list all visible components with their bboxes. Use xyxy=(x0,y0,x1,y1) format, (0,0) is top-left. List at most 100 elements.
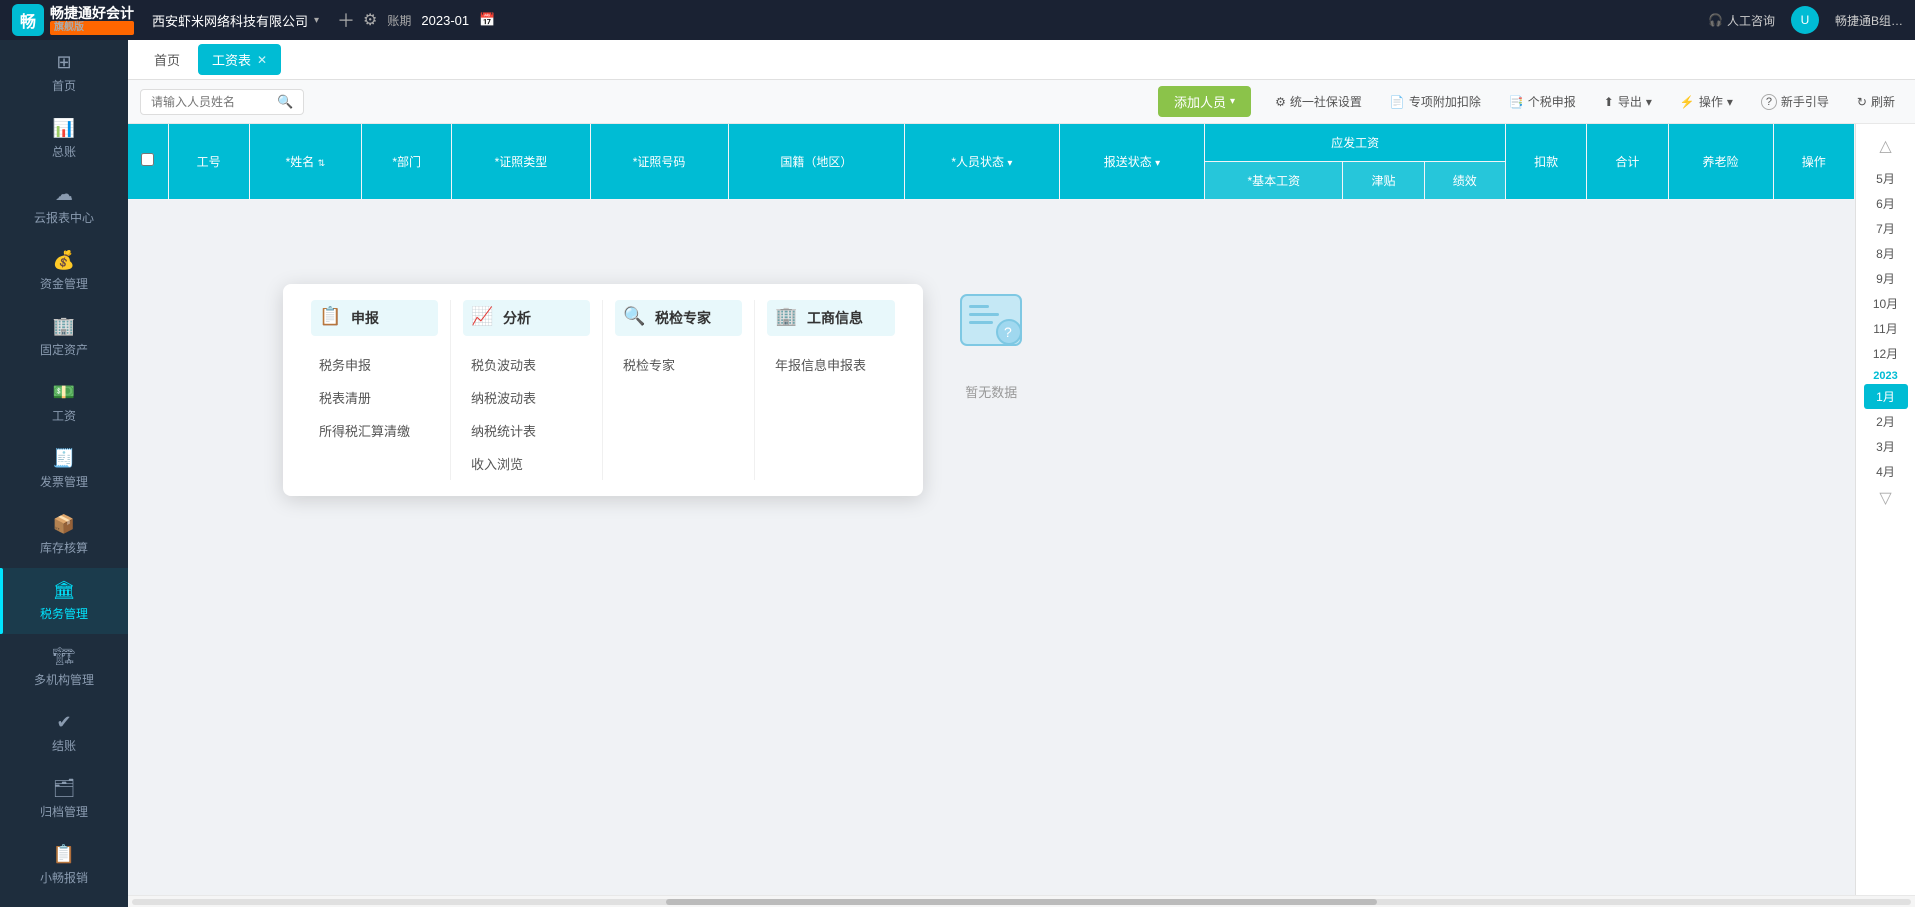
company-name: 西安虾米网络科技有限公司 xyxy=(152,11,308,30)
bottom-scrollbar[interactable] xyxy=(128,895,1915,907)
search-wrap[interactable]: 🔍 xyxy=(140,89,304,115)
year-2023-label: 2023 xyxy=(1873,370,1897,382)
sidebar-item-salary[interactable]: 💵 工资 xyxy=(0,370,128,436)
month-10[interactable]: 10月 xyxy=(1864,291,1908,316)
main-layout: ⊞ 首页 📊 总账 ☁ 云报表中心 💰 资金管理 🏢 固定资产 💵 工资 🧾 发… xyxy=(0,40,1915,907)
sidebar-item-archive[interactable]: 🗂 归档管理 xyxy=(0,766,128,832)
scroll-track xyxy=(132,899,1911,905)
month-3[interactable]: 3月 xyxy=(1864,434,1908,459)
month-6[interactable]: 6月 xyxy=(1864,191,1908,216)
search-icon: 🔍 xyxy=(277,94,293,110)
sidebar-item-invoice[interactable]: 🧾 发票管理 xyxy=(0,436,128,502)
expert-section-title: 🔍 税检专家 xyxy=(615,300,742,336)
analysis-title: 分析 xyxy=(503,308,531,328)
month-8[interactable]: 8月 xyxy=(1864,241,1908,266)
sidebar-item-report[interactable]: 📋 小畅报销 xyxy=(0,832,128,898)
th-checkbox[interactable] xyxy=(128,124,168,199)
new-guide-action[interactable]: ? 新手引导 xyxy=(1753,89,1837,114)
month-1-active[interactable]: 1月 xyxy=(1864,384,1908,409)
tax-report-action[interactable]: 📑 个税申报 xyxy=(1501,89,1584,114)
income-tax-calc-item[interactable]: 所得税汇算清缴 xyxy=(311,414,438,447)
add-person-button[interactable]: 添加人员 ▾ xyxy=(1158,86,1251,117)
home-icon: ⊞ xyxy=(56,52,71,73)
tax-report-label: 个税申报 xyxy=(1528,93,1576,110)
company-selector[interactable]: 西安虾米网络科技有限公司 ▾ xyxy=(144,7,327,34)
search-input[interactable] xyxy=(151,95,271,109)
sidebar-item-inventory[interactable]: 📦 库存核算 xyxy=(0,502,128,568)
month-5[interactable]: 5月 xyxy=(1864,166,1908,191)
sidebar-item-tax[interactable]: 🏛 税务管理 xyxy=(0,568,128,634)
scroll-down-icon[interactable]: ▽ xyxy=(1879,488,1891,508)
ledger-icon: 📊 xyxy=(53,118,75,139)
support-button[interactable]: 🎧 人工咨询 xyxy=(1708,12,1775,29)
month-12[interactable]: 12月 xyxy=(1864,341,1908,366)
capital-icon: 💰 xyxy=(53,250,75,271)
th-cert-no: *证照号码 xyxy=(590,124,728,199)
toolbar-actions: ⚙ 统一社保设置 📄 专项附加扣除 📑 个税申报 ⬆ 导出 ▾ ⚡ xyxy=(1267,89,1903,114)
add-icon[interactable]: ＋ xyxy=(337,7,355,33)
select-all-checkbox[interactable] xyxy=(141,153,154,166)
user-name[interactable]: 畅捷通B组… xyxy=(1835,12,1903,29)
th-report-status: 报送状态 ▾ xyxy=(1059,124,1204,199)
scroll-up-icon[interactable]: △ xyxy=(1879,136,1891,156)
operate-action[interactable]: ⚡ 操作 ▾ xyxy=(1672,89,1741,114)
tab-salary-label: 工资表 xyxy=(212,50,251,69)
business-title: 工商信息 xyxy=(807,308,863,328)
sort-icon: ⇅ xyxy=(318,158,326,168)
tax-check-item[interactable]: 税检专家 xyxy=(615,348,742,381)
tab-salary-table[interactable]: 工资表 ✕ xyxy=(198,44,281,75)
archive-icon: 🗂 xyxy=(53,778,76,799)
table-wrapper[interactable]: 工号 *姓名 ⇅ *部门 *证照类型 xyxy=(128,124,1855,895)
tax-payment-item[interactable]: 纳税波动表 xyxy=(463,381,590,414)
expert-title: 税检专家 xyxy=(655,308,711,328)
month-4[interactable]: 4月 xyxy=(1864,459,1908,484)
operate-label: 操作 xyxy=(1699,93,1723,110)
month-11[interactable]: 11月 xyxy=(1864,316,1908,341)
dropdown-section-declare: 📋 申报 税务申报 税表清册 所得税汇算清缴 xyxy=(299,300,451,480)
scroll-thumb xyxy=(666,899,1378,905)
month-7[interactable]: 7月 xyxy=(1864,216,1908,241)
sidebar-item-capital[interactable]: 💰 资金管理 xyxy=(0,238,128,304)
chevron-down-icon: ▾ xyxy=(1230,96,1235,107)
tax-declare-item[interactable]: 税务申报 xyxy=(311,348,438,381)
settle-icon: ✔ xyxy=(56,712,71,733)
table-right-wrap: 工号 *姓名 ⇅ *部门 *证照类型 xyxy=(128,124,1915,895)
dropdown-section-expert: 🔍 税检专家 税检专家 xyxy=(603,300,755,480)
tab-home[interactable]: 首页 xyxy=(140,44,194,75)
tax-burden-item[interactable]: 税负波动表 xyxy=(463,348,590,381)
export-label: 导出 xyxy=(1618,93,1642,110)
sidebar-item-settle[interactable]: ✔ 结账 xyxy=(0,700,128,766)
social-insurance-action[interactable]: ⚙ 统一社保设置 xyxy=(1267,89,1370,114)
export-icon: ⬆ xyxy=(1604,95,1614,109)
settings-icon: ⚙ xyxy=(1275,95,1286,109)
th-name: *姓名 ⇅ xyxy=(249,124,361,199)
social-insurance-label: 统一社保设置 xyxy=(1290,93,1362,110)
tax-stats-item[interactable]: 纳税统计表 xyxy=(463,414,590,447)
tax-table-clear-item[interactable]: 税表清册 xyxy=(311,381,438,414)
sidebar-item-home[interactable]: ⊞ 首页 xyxy=(0,40,128,106)
sidebar: ⊞ 首页 📊 总账 ☁ 云报表中心 💰 资金管理 🏢 固定资产 💵 工资 🧾 发… xyxy=(0,40,128,907)
sidebar-item-multi[interactable]: 🏗 多机构管理 xyxy=(0,634,128,700)
filter-icon[interactable]: ▾ xyxy=(1155,158,1160,169)
calendar-icon[interactable]: 📅 xyxy=(479,12,495,28)
refresh-action[interactable]: ↻ 刷新 xyxy=(1849,89,1903,114)
sidebar-item-ledger[interactable]: 📊 总账 xyxy=(0,106,128,172)
sidebar-item-settings[interactable]: ⚙ 基础设置 xyxy=(0,898,128,907)
filter-icon[interactable]: ▾ xyxy=(1007,158,1012,169)
month-2[interactable]: 2月 xyxy=(1864,409,1908,434)
chevron-down-icon: ▾ xyxy=(314,15,319,26)
settings-icon[interactable]: ⚙ xyxy=(363,10,377,30)
close-icon[interactable]: ✕ xyxy=(257,53,267,67)
export-action[interactable]: ⬆ 导出 ▾ xyxy=(1596,89,1660,114)
top-right-area: 🎧 人工咨询 U 畅捷通B组… xyxy=(1708,6,1903,34)
income-browse-item[interactable]: 收入浏览 xyxy=(463,447,590,480)
th-deductions: 扣款 xyxy=(1505,124,1586,199)
cloud-icon: ☁ xyxy=(55,184,73,205)
annual-report-item[interactable]: 年报信息申报表 xyxy=(767,348,895,381)
special-deduction-action[interactable]: 📄 专项附加扣除 xyxy=(1382,89,1489,114)
sidebar-item-assets[interactable]: 🏢 固定资产 xyxy=(0,304,128,370)
refresh-label: 刷新 xyxy=(1871,93,1895,110)
month-9[interactable]: 9月 xyxy=(1864,266,1908,291)
sidebar-item-cloud[interactable]: ☁ 云报表中心 xyxy=(0,172,128,238)
tax-icon: 📑 xyxy=(1509,95,1524,109)
